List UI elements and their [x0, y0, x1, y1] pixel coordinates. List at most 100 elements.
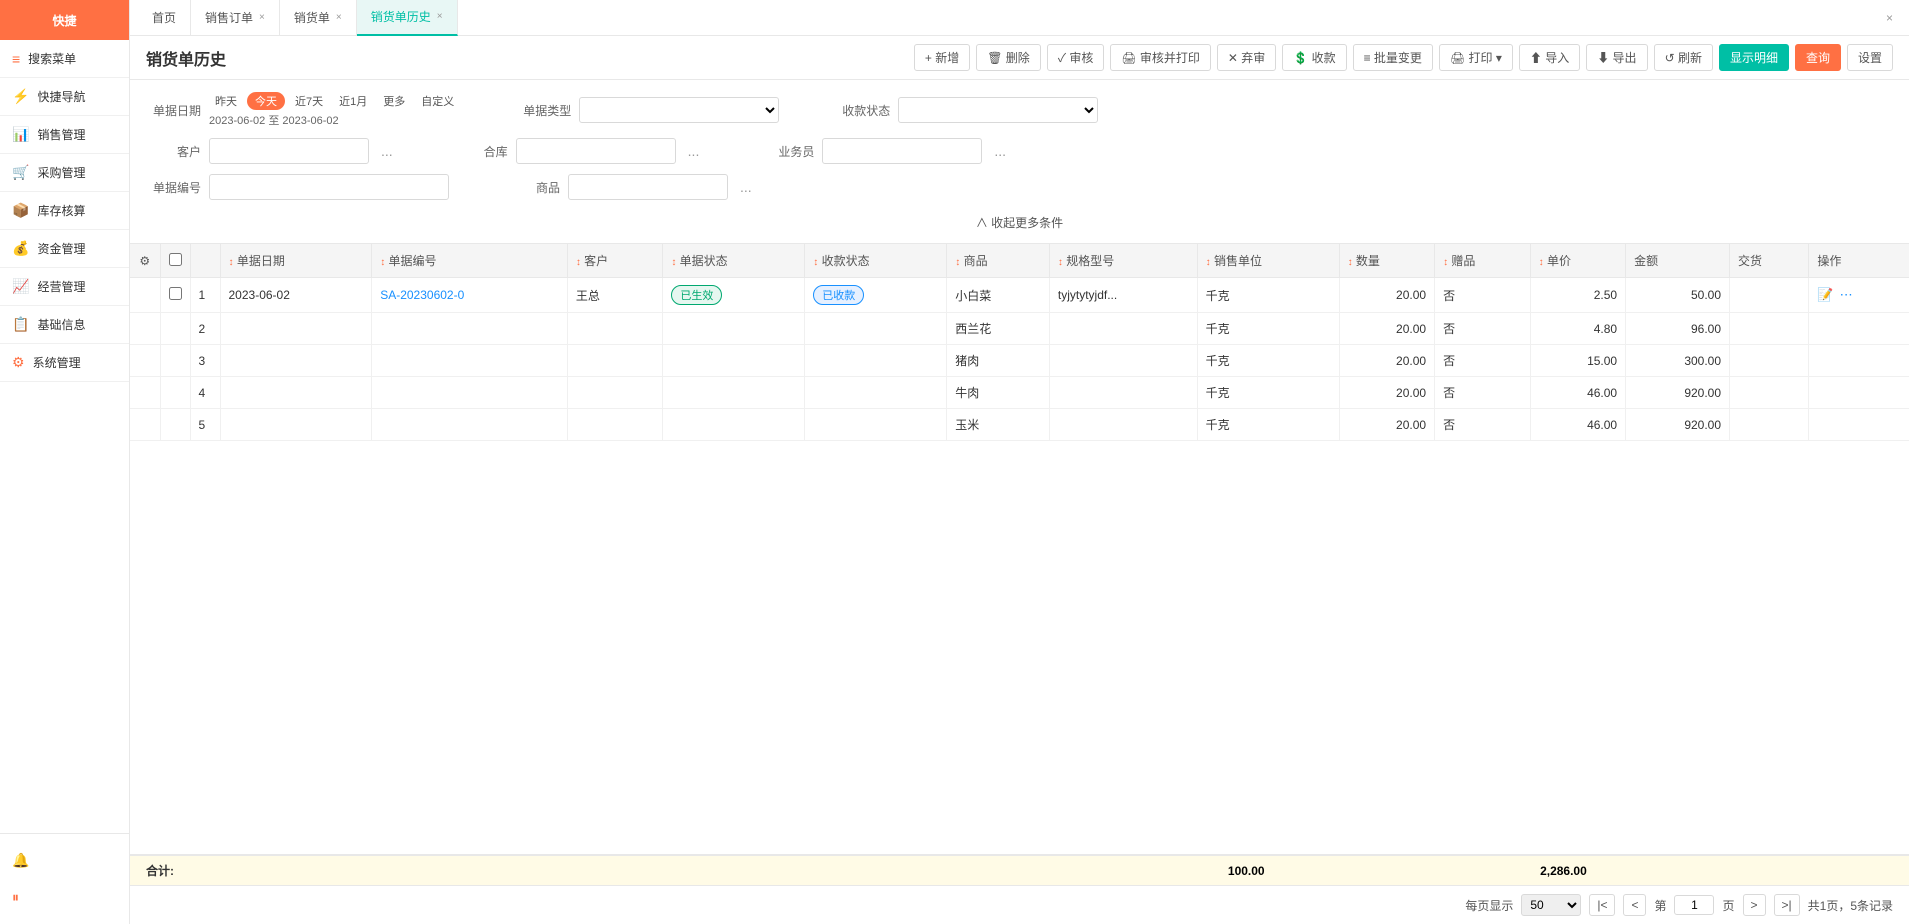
goods-ellipsis[interactable]: ...	[736, 179, 756, 195]
doc-type-select[interactable]	[579, 97, 779, 123]
staff-input[interactable]	[822, 138, 982, 164]
col-docstatus[interactable]: ↕ 单据状态	[663, 244, 805, 278]
refresh-button[interactable]: ↺ 刷新	[1654, 44, 1713, 71]
sidebar-item-search-menu[interactable]: ≡ 搜索菜单	[0, 40, 129, 78]
next-page-btn[interactable]: >	[1743, 894, 1766, 916]
tab-sales-order-close[interactable]: ×	[259, 12, 265, 23]
row-docno: SA-20230602-0	[372, 278, 568, 313]
shortcut-today[interactable]: 今天	[247, 92, 285, 110]
sidebar-item-operation-mgmt[interactable]: 📈 经营管理	[0, 268, 129, 306]
sidebar-item-label: 资金管理	[37, 240, 85, 257]
row-gear	[130, 409, 160, 441]
col-unitprice[interactable]: ↕ 单价	[1530, 244, 1626, 278]
row-spec	[1049, 409, 1197, 441]
export-button[interactable]: ⬇ 导出	[1586, 44, 1647, 71]
tab-delivery-history-close[interactable]: ×	[437, 11, 443, 22]
col-goods[interactable]: ↕ 商品	[947, 244, 1050, 278]
row-action	[1809, 377, 1909, 409]
row-checkbox-cell	[160, 278, 190, 313]
sidebar-item-system-mgmt[interactable]: ⚙ 系统管理	[0, 344, 129, 382]
col-docno[interactable]: ↕ 单据编号	[372, 244, 568, 278]
global-close-btn[interactable]: ×	[1878, 11, 1901, 25]
sidebar-item-purchase-mgmt[interactable]: 🛒 采购管理	[0, 154, 129, 192]
last-page-btn[interactable]: >|	[1774, 894, 1800, 916]
filter-row-3: 单据编号 商品 ...	[146, 174, 1893, 200]
row-checkbox-cell	[160, 377, 190, 409]
settings-button[interactable]: 设置	[1847, 44, 1893, 71]
tabs-bar-right: ×	[1878, 11, 1901, 25]
row-trade	[1730, 345, 1809, 377]
prev-page-btn[interactable]: <	[1623, 894, 1646, 916]
batch-change-button[interactable]: ≡ 批量变更	[1353, 44, 1433, 71]
sidebar-notification[interactable]: 🔔	[0, 842, 129, 879]
row-checkbox[interactable]	[169, 287, 182, 300]
shortcut-custom[interactable]: 自定义	[415, 92, 460, 110]
page-size-select[interactable]: 50 100 200	[1521, 894, 1581, 916]
tab-delivery-history[interactable]: 销货单历史 ×	[357, 0, 458, 36]
sidebar-pause[interactable]: ⏸	[0, 879, 129, 916]
print-button[interactable]: 🖨 打印 ▾	[1439, 44, 1513, 71]
goods-input[interactable]	[568, 174, 728, 200]
row-docstatus	[663, 377, 805, 409]
collapse-filter-btn[interactable]: ∧ 收起更多条件	[146, 210, 1893, 235]
doc-number-input[interactable]	[209, 174, 449, 200]
goods-label: 商品	[505, 179, 560, 196]
row-paymentstatus	[805, 313, 947, 345]
tab-delivery[interactable]: 销货单 ×	[280, 0, 357, 36]
import-button[interactable]: ⬆ 导入	[1519, 44, 1580, 71]
sidebar-item-sales-mgmt[interactable]: 📊 销售管理	[0, 116, 129, 154]
col-qty[interactable]: ↕ 数量	[1339, 244, 1435, 278]
payment-status-select[interactable]	[898, 97, 1098, 123]
summary-total-qty: 100.00	[1104, 864, 1273, 878]
col-spec[interactable]: ↕ 规格型号	[1049, 244, 1197, 278]
query-button[interactable]: 查询	[1795, 44, 1841, 71]
revoke-button[interactable]: ✕ 弃审	[1217, 44, 1276, 71]
row-goods: 猪肉	[947, 345, 1050, 377]
col-gift[interactable]: ↕ 赠品	[1435, 244, 1531, 278]
table-header-row: ⚙ ↕ 单据日期 ↕ 单据编号 ↕ 客户 ↕ 单据状态 ↕ 收款状态 ↕ 商品 …	[130, 244, 1909, 278]
staff-ellipsis[interactable]: ...	[990, 143, 1010, 159]
col-date[interactable]: ↕ 单据日期	[220, 244, 372, 278]
shortcut-yesterday[interactable]: 昨天	[209, 92, 243, 110]
row-gear	[130, 345, 160, 377]
warehouse-ellipsis[interactable]: ...	[684, 143, 704, 159]
warehouse-input[interactable]	[516, 138, 676, 164]
staff-label: 业务员	[759, 143, 814, 160]
show-detail-button[interactable]: 显示明细	[1719, 44, 1789, 71]
customer-input[interactable]	[209, 138, 369, 164]
page-number-input[interactable]	[1674, 895, 1714, 915]
table-row: 3猪肉千克20.00否15.00300.00	[130, 345, 1909, 377]
more-action-icon[interactable]: ⋯	[1840, 287, 1853, 303]
doc-no-link[interactable]: SA-20230602-0	[380, 288, 464, 302]
customer-ellipsis[interactable]: ...	[377, 143, 397, 159]
col-gear[interactable]: ⚙	[130, 244, 160, 278]
shortcut-1month[interactable]: 近1月	[333, 92, 373, 110]
first-page-btn[interactable]: |<	[1589, 894, 1615, 916]
approve-print-button[interactable]: 🖨 审核并打印	[1110, 44, 1211, 71]
sidebar-item-inventory[interactable]: 📦 库存核算	[0, 192, 129, 230]
tab-delivery-close[interactable]: ×	[336, 12, 342, 23]
tab-sales-order[interactable]: 销售订单 ×	[191, 0, 280, 36]
row-docno	[372, 409, 568, 441]
sidebar-item-finance-mgmt[interactable]: 💰 资金管理	[0, 230, 129, 268]
col-unit[interactable]: ↕ 销售单位	[1197, 244, 1339, 278]
row-qty: 20.00	[1339, 409, 1435, 441]
summary-label: 合计:	[138, 862, 338, 879]
tab-home[interactable]: 首页	[138, 0, 191, 36]
sidebar-item-quick-nav[interactable]: ⚡ 快捷导航	[0, 78, 129, 116]
edit-action-icon[interactable]: 📝	[1817, 287, 1833, 303]
row-num: 3	[190, 345, 220, 377]
shortcut-more[interactable]: 更多	[377, 92, 411, 110]
add-button[interactable]: + 新增	[914, 44, 970, 71]
approve-button[interactable]: ✓ 审核	[1047, 44, 1105, 71]
select-all-checkbox[interactable]	[169, 253, 182, 266]
collect-button[interactable]: 💲 收款	[1282, 44, 1346, 71]
delete-button[interactable]: 🗑 删除	[976, 44, 1041, 71]
row-unitprice: 4.80	[1530, 313, 1626, 345]
shortcut-7days[interactable]: 近7天	[289, 92, 329, 110]
filter-row-2: 客户 ... 合库 ... 业务员 ...	[146, 138, 1893, 164]
col-paymentstatus[interactable]: ↕ 收款状态	[805, 244, 947, 278]
sidebar-item-basic-info[interactable]: 📋 基础信息	[0, 306, 129, 344]
sidebar-item-label: 经营管理	[37, 278, 85, 295]
col-customer[interactable]: ↕ 客户	[567, 244, 663, 278]
